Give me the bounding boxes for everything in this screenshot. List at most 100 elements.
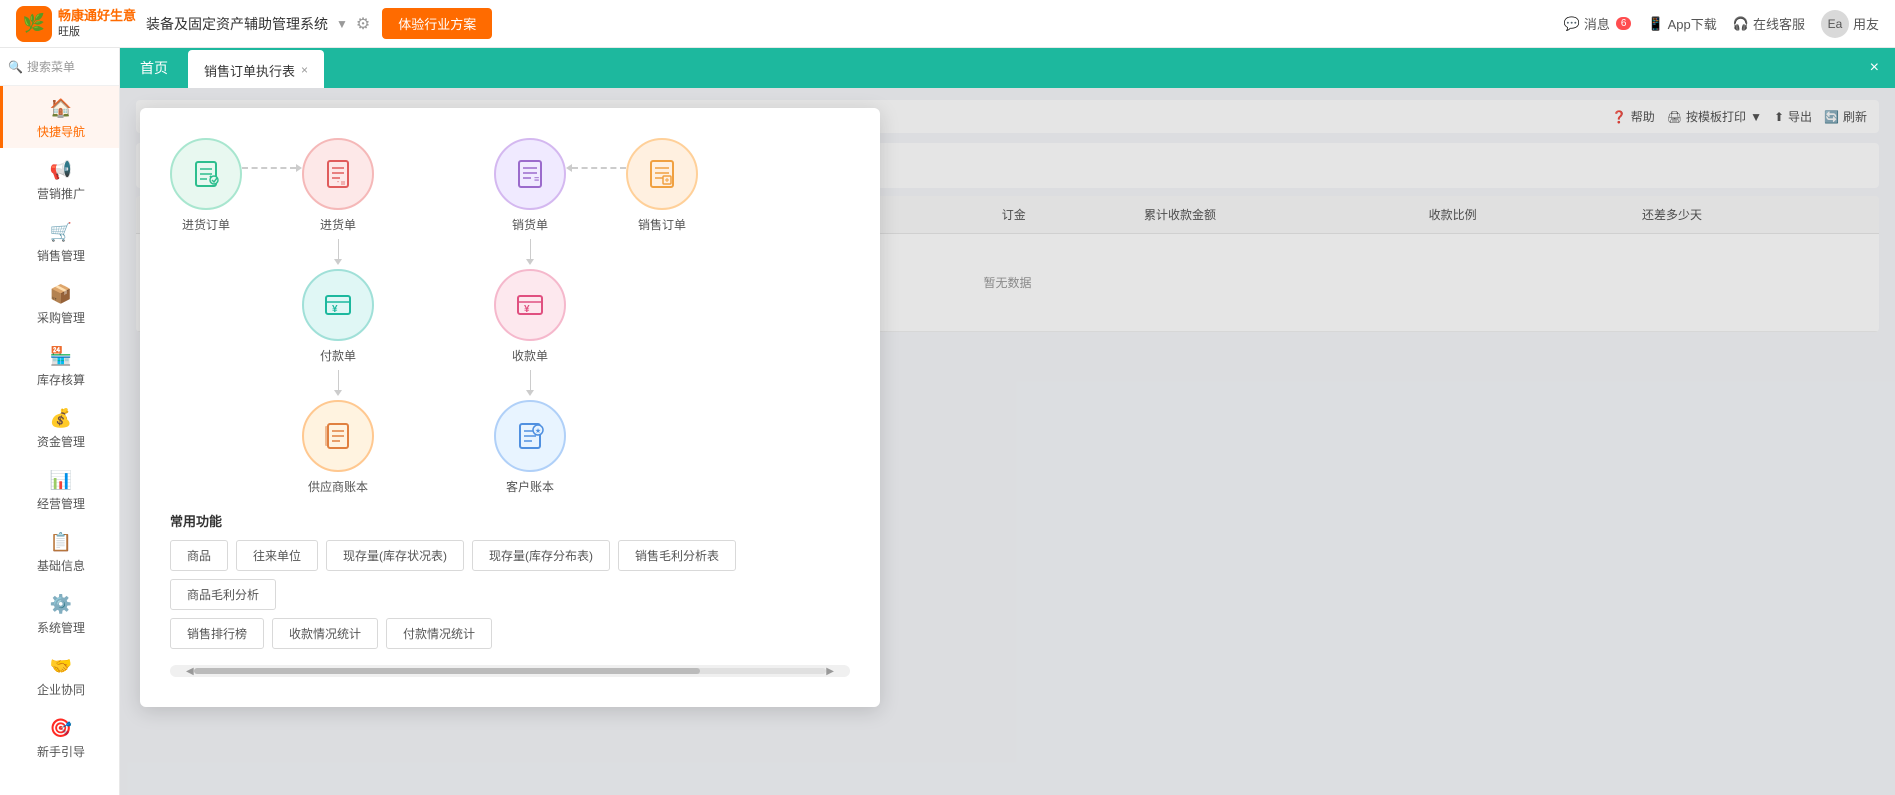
message-label: 消息 — [1584, 14, 1610, 33]
logo-area: 🌿 畅康通好生意 旺版 — [16, 6, 136, 42]
gear-icon[interactable]: ⚙ — [356, 14, 370, 34]
func-btn-stock-status[interactable]: 现存量(库存状况表) — [326, 540, 464, 571]
func-btn-sales-rank[interactable]: 销售排行榜 — [170, 618, 264, 649]
svg-text:≡: ≡ — [534, 174, 539, 184]
sidebar-item-enterprise[interactable]: 🤝 企业协同 — [0, 644, 119, 706]
modal-scrollbar[interactable]: ◀ ▶ — [170, 665, 850, 677]
func-btn-row-1: 商品 往来单位 现存量(库存状况表) 现存量(库存分布表) 销售毛利分析表 商品… — [170, 540, 850, 610]
main-layout: 🔍 搜索菜单 🏠 快捷导航 📢 营销推广 🛒 销售管理 📦 采购管理 🏪 库存核… — [0, 48, 1895, 795]
sidebar-label-marketing: 营销推广 — [37, 185, 85, 202]
online-service-btn[interactable]: 🎧 在线客服 — [1733, 14, 1805, 33]
sidebar-item-inventory[interactable]: 🏪 库存核算 — [0, 334, 119, 396]
payment-circle: ¥ — [302, 269, 374, 341]
sidebar: 🔍 搜索菜单 🏠 快捷导航 📢 营销推广 🛒 销售管理 📦 采购管理 🏪 库存核… — [0, 48, 120, 795]
online-service-label: 在线客服 — [1753, 14, 1805, 33]
scroll-left-icon[interactable]: ◀ — [186, 666, 194, 677]
app-download-label: App下载 — [1668, 14, 1717, 33]
scroll-track — [194, 668, 827, 674]
scroll-thumb — [194, 668, 700, 674]
sidebar-item-basic-info[interactable]: 📋 基础信息 — [0, 520, 119, 582]
sidebar-item-operations[interactable]: 📊 经营管理 — [0, 458, 119, 520]
headset-icon: 🎧 — [1733, 16, 1749, 32]
sidebar-label-finance: 资金管理 — [37, 433, 85, 450]
message-btn[interactable]: 💬 消息 6 — [1564, 14, 1632, 33]
system-title: 装备及固定资产辅助管理系统 — [146, 14, 328, 34]
arrow-so-to-sb — [566, 164, 626, 172]
svg-text:-: - — [337, 179, 340, 186]
tab-label-sales-order: 销售订单执行表 — [204, 61, 295, 80]
receipt-circle: ¥ — [494, 269, 566, 341]
flow-node-supplier-ledger[interactable]: 供应商账本 — [302, 400, 374, 495]
tab-sales-order[interactable]: 销售订单执行表 × — [188, 50, 324, 90]
func-btn-goods[interactable]: 商品 — [170, 540, 228, 571]
user-area[interactable]: Ea 用友 — [1821, 10, 1879, 38]
sidebar-label-system: 系统管理 — [37, 619, 85, 636]
sidebar-item-marketing[interactable]: 📢 营销推广 — [0, 148, 119, 210]
sidebar-label-sales: 销售管理 — [37, 247, 85, 264]
inventory-icon: 🏪 — [50, 346, 72, 367]
system-icon: ⚙️ — [50, 594, 72, 615]
scroll-right-icon[interactable]: ▶ — [826, 666, 834, 677]
page-content: ❓ 帮助 🖨 按模板打印 ▼ ⬆ 导出 🔄 刷新 — [120, 88, 1895, 795]
sidebar-search[interactable]: 🔍 搜索菜单 — [0, 48, 119, 86]
message-badge: 6 — [1616, 17, 1632, 30]
purchase-order-circle — [170, 138, 242, 210]
sidebar-item-quick-nav[interactable]: 🏠 快捷导航 — [0, 86, 119, 148]
flow-node-sales-bill[interactable]: ≡ 销货单 — [494, 138, 566, 233]
sales-order-label: 销售订单 — [638, 216, 686, 233]
flow-node-receipt[interactable]: ¥ 收款单 — [494, 269, 566, 364]
message-icon: 💬 — [1564, 16, 1580, 32]
search-icon: 🔍 — [8, 60, 23, 74]
receipt-label: 收款单 — [512, 347, 548, 364]
sidebar-label-inventory: 库存核算 — [37, 371, 85, 388]
flow-node-sales-order[interactable]: 销售订单 — [626, 138, 698, 233]
sidebar-item-purchase[interactable]: 📦 采购管理 — [0, 272, 119, 334]
tab-bar: 首页 销售订单执行表 × × — [120, 48, 1895, 88]
func-btn-sales-margin[interactable]: 销售毛利分析表 — [618, 540, 736, 571]
payment-label: 付款单 — [320, 347, 356, 364]
down-arrow-pb — [302, 239, 374, 265]
flow-node-purchase-bill[interactable]: - 进货单 — [302, 138, 374, 233]
func-btn-goods-margin[interactable]: 商品毛利分析 — [170, 579, 276, 610]
content-area: 首页 销售订单执行表 × × ❓ 帮助 🖨 按模板打印 ▼ — [120, 48, 1895, 795]
purchase-icon: 📦 — [50, 284, 72, 305]
sidebar-item-finance[interactable]: 💰 资金管理 — [0, 396, 119, 458]
phone-icon: 📱 — [1647, 16, 1663, 32]
func-btn-partner[interactable]: 往来单位 — [236, 540, 318, 571]
func-btn-receipt-stat[interactable]: 收款情况统计 — [272, 618, 378, 649]
sales-bill-circle: ≡ — [494, 138, 566, 210]
tab-home[interactable]: 首页 — [120, 48, 188, 88]
flow-node-customer-ledger[interactable]: ★ 客户账本 — [494, 400, 566, 495]
system-title-area: 装备及固定资产辅助管理系统 ▼ ⚙ 体验行业方案 — [136, 8, 1564, 39]
sidebar-label-purchase: 采购管理 — [37, 309, 85, 326]
header-right: 💬 消息 6 📱 App下载 🎧 在线客服 Ea 用友 — [1564, 10, 1879, 38]
quick-nav-icon: 🏠 — [50, 98, 72, 119]
purchase-order-label: 进货订单 — [182, 216, 230, 233]
common-title: 常用功能 — [170, 511, 850, 530]
sidebar-label-enterprise: 企业协同 — [37, 681, 85, 698]
sidebar-item-system[interactable]: ⚙️ 系统管理 — [0, 582, 119, 644]
tab-close-icon[interactable]: × — [301, 63, 308, 77]
flow-node-payment[interactable]: ¥ 付款单 — [302, 269, 374, 364]
supplier-ledger-label: 供应商账本 — [308, 478, 368, 495]
tab-bar-close-icon[interactable]: × — [1870, 59, 1879, 77]
sidebar-item-sales[interactable]: 🛒 销售管理 — [0, 210, 119, 272]
app-download-btn[interactable]: 📱 App下载 — [1647, 14, 1716, 33]
sidebar-label-quick-nav: 快捷导航 — [37, 123, 85, 140]
down-arrow-rec — [494, 370, 566, 396]
svg-text:¥: ¥ — [524, 304, 530, 315]
marketing-icon: 📢 — [50, 160, 72, 181]
user-name: 用友 — [1853, 14, 1879, 33]
sidebar-label-operations: 经营管理 — [37, 495, 85, 512]
newbie-icon: 🎯 — [50, 718, 72, 739]
sidebar-label-newbie: 新手引导 — [37, 743, 85, 760]
func-btn-payment-stat[interactable]: 付款情况统计 — [386, 618, 492, 649]
svg-text:★: ★ — [535, 427, 541, 435]
system-dropdown-icon[interactable]: ▼ — [336, 17, 348, 31]
sidebar-item-newbie[interactable]: 🎯 新手引导 — [0, 706, 119, 768]
enterprise-icon: 🤝 — [50, 656, 72, 677]
sales-icon: 🛒 — [50, 222, 72, 243]
flow-node-purchase-order[interactable]: 进货订单 — [170, 138, 242, 233]
func-btn-stock-dist[interactable]: 现存量(库存分布表) — [472, 540, 610, 571]
trial-button[interactable]: 体验行业方案 — [382, 8, 492, 39]
